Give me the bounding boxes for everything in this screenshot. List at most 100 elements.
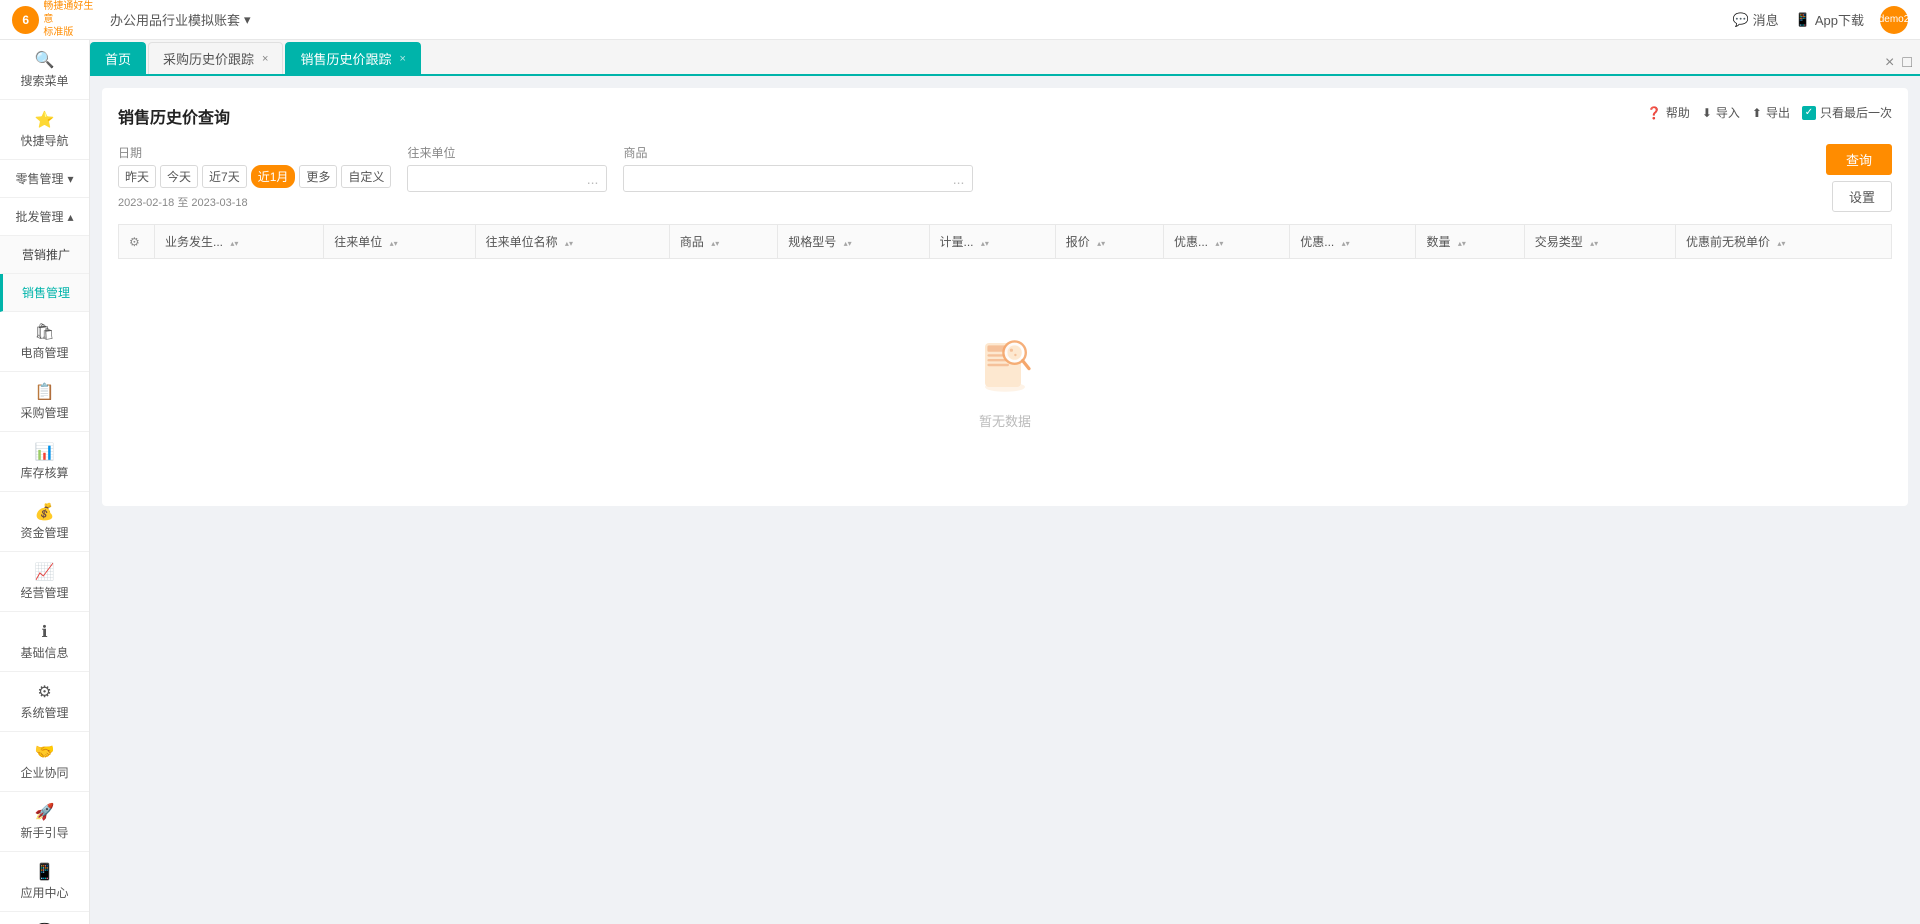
logo-text: 畅捷通好生意 标准版: [43, 0, 102, 39]
sidebar-submenu-wholesale: 营销推广 销售管理: [0, 236, 89, 312]
export-icon: ⬆: [1752, 106, 1762, 120]
th-price[interactable]: 报价 ▴▾: [1055, 225, 1163, 259]
partner-filter-group: 往来单位 ...: [407, 144, 607, 192]
help-button[interactable]: ❓ 帮助: [1647, 104, 1690, 121]
user-area[interactable]: demo2: [1880, 6, 1908, 34]
date-btn-custom[interactable]: 自定义: [341, 165, 391, 188]
th-goods[interactable]: 商品 ▴▾: [669, 225, 777, 259]
close-window-button[interactable]: ×: [1885, 54, 1894, 72]
sidebar-item-finance[interactable]: 💰 资金管理: [0, 492, 89, 552]
goods-input[interactable]: ...: [623, 165, 973, 192]
sidebar-item-wholesale-mgmt[interactable]: 批发管理 ▴: [0, 198, 89, 236]
sort-partner-name: ▴▾: [565, 239, 573, 248]
top-header: 6 畅捷通好生意 标准版 办公用品行业模拟账套 ▾ 💬 消息 📱 App下载 d…: [0, 0, 1920, 40]
table-settings-icon[interactable]: ⚙: [129, 235, 140, 249]
th-quantity[interactable]: 数量 ▴▾: [1416, 225, 1524, 259]
help-label: 帮助: [1666, 104, 1690, 121]
message-button[interactable]: 💬 消息: [1732, 10, 1778, 29]
table-body: 暂无数据: [119, 259, 1892, 491]
clipboard-icon: 📋: [35, 382, 55, 402]
date-btn-more[interactable]: 更多: [299, 165, 337, 188]
sidebar-item-app-center[interactable]: 📱 应用中心: [0, 852, 89, 912]
date-filter-group: 日期 昨天 今天 近7天 近1月 更多 自定义 2023-02-18 至 202…: [118, 144, 391, 210]
date-btn-today[interactable]: 今天: [160, 165, 198, 188]
th-discount2[interactable]: 优惠... ▴▾: [1290, 225, 1416, 259]
th-settings: ⚙: [119, 225, 155, 259]
sidebar-item-sales-mgmt[interactable]: 销售管理: [0, 274, 89, 312]
sort-unit: ▴▾: [981, 239, 989, 248]
tab-sales-history[interactable]: 销售历史价跟踪 ×: [285, 42, 420, 74]
header-dropdown[interactable]: 办公用品行业模拟账套 ▾: [110, 10, 255, 29]
sidebar-item-purchase-mgmt[interactable]: 📋 采购管理: [0, 372, 89, 432]
star-icon: ⭐: [35, 110, 55, 130]
main-content: ❓ 帮助 ⬇ 导入 ⬆ 导出 ✓ 只看最后一次 销售历史价查询: [90, 76, 1920, 924]
header-right: 💬 消息 📱 App下载 demo2: [1732, 6, 1908, 34]
th-spec[interactable]: 规格型号 ▴▾: [778, 225, 929, 259]
page-header-row: ❓ 帮助 ⬇ 导入 ⬆ 导出 ✓ 只看最后一次 销售历史价查询: [118, 104, 1892, 144]
th-partner-code[interactable]: 往来单位 ▴▾: [324, 225, 475, 259]
gear-icon: ⚙: [37, 682, 51, 702]
logo-area: 6 畅捷通好生意 标准版: [12, 0, 102, 39]
th-partner-name[interactable]: 往来单位名称 ▴▾: [475, 225, 669, 259]
partner-dots-icon: ...: [587, 171, 599, 187]
tab-purchase-history[interactable]: 采购历史价跟踪 ×: [148, 42, 283, 74]
goods-dots-icon: ...: [953, 171, 965, 187]
sidebar-item-onboarding[interactable]: 🚀 新手引导: [0, 792, 89, 852]
th-trade-type[interactable]: 交易类型 ▴▾: [1524, 225, 1675, 259]
sort-partner-code: ▴▾: [390, 239, 398, 248]
tab-purchase-label: 采购历史价跟踪: [163, 49, 254, 68]
tab-home[interactable]: 首页: [90, 42, 146, 74]
page-title: 销售历史价查询: [118, 104, 1892, 128]
sidebar-item-enterprise-wechat[interactable]: 💬 企业微信: [0, 912, 89, 924]
th-biz-date[interactable]: 业务发生... ▴▾: [155, 225, 324, 259]
sidebar-item-operation[interactable]: 📈 经营管理: [0, 552, 89, 612]
sidebar-item-system-mgmt[interactable]: ⚙ 系统管理: [0, 672, 89, 732]
sidebar-item-ecommerce[interactable]: 🛍 电商管理: [0, 312, 89, 372]
import-button[interactable]: ⬇ 导入: [1702, 104, 1740, 121]
sidebar-item-basic-info[interactable]: ℹ 基础信息: [0, 612, 89, 672]
export-button[interactable]: ⬆ 导出: [1752, 104, 1790, 121]
maximize-window-button[interactable]: □: [1902, 54, 1912, 72]
date-btn-7days[interactable]: 近7天: [202, 165, 247, 188]
sidebar-item-retail-mgmt[interactable]: 零售管理 ▾: [0, 160, 89, 198]
query-button[interactable]: 查询: [1826, 144, 1892, 175]
sidebar-label-onboarding: 新手引导: [20, 824, 68, 841]
sidebar-item-marketing[interactable]: 营销推广: [0, 236, 89, 274]
app-download-label: App下载: [1815, 10, 1864, 29]
rocket-icon: 🚀: [35, 802, 55, 822]
sort-spec: ▴▾: [844, 239, 852, 248]
partner-input[interactable]: ...: [407, 165, 607, 192]
sort-biz-date: ▴▾: [230, 239, 238, 248]
sidebar-item-quick-nav[interactable]: ⭐ 快捷导航: [0, 100, 89, 160]
goods-filter-label: 商品: [623, 144, 973, 161]
close-purchase-tab[interactable]: ×: [262, 53, 268, 65]
sidebar-item-enterprise-collab[interactable]: 🤝 企业协同: [0, 732, 89, 792]
search-icon: 🔍: [35, 50, 55, 70]
th-pretax-price[interactable]: 优惠前无税单价 ▴▾: [1676, 225, 1892, 259]
table-header-row: ⚙ 业务发生... ▴▾ 往来单位 ▴▾ 往来单位名称 ▴▾: [119, 225, 1892, 259]
chart-icon: 📊: [35, 442, 55, 462]
only-last-checkbox[interactable]: ✓ 只看最后一次: [1802, 104, 1892, 121]
sidebar-label-marketing: 营销推广: [22, 246, 70, 263]
import-icon: ⬇: [1702, 106, 1712, 120]
th-unit[interactable]: 计量... ▴▾: [929, 225, 1055, 259]
avatar: demo2: [1880, 6, 1908, 34]
sidebar-label-finance: 资金管理: [20, 524, 68, 541]
sidebar-label-app-center: 应用中心: [20, 884, 68, 901]
sidebar-item-inventory[interactable]: 📊 库存核算: [0, 432, 89, 492]
sort-discount2: ▴▾: [1342, 239, 1350, 248]
th-discount1[interactable]: 优惠... ▴▾: [1164, 225, 1290, 259]
tab-bar: 首页 采购历史价跟踪 × 销售历史价跟踪 × × □: [90, 40, 1920, 76]
app-download-button[interactable]: 📱 App下载: [1795, 10, 1864, 29]
settings-button[interactable]: 设置: [1832, 181, 1892, 212]
sidebar-item-search-menu[interactable]: 🔍 搜索菜单: [0, 40, 89, 100]
date-btn-yesterday[interactable]: 昨天: [118, 165, 156, 188]
handshake-icon: 🤝: [35, 742, 55, 762]
tab-home-label: 首页: [105, 49, 131, 68]
empty-text: 暂无数据: [979, 411, 1031, 430]
date-btn-1month[interactable]: 近1月: [251, 165, 296, 188]
phone-icon: 📱: [35, 862, 55, 882]
sidebar-label-basic-info: 基础信息: [20, 644, 68, 661]
close-sales-tab[interactable]: ×: [399, 53, 405, 65]
only-last-label: 只看最后一次: [1820, 104, 1892, 121]
